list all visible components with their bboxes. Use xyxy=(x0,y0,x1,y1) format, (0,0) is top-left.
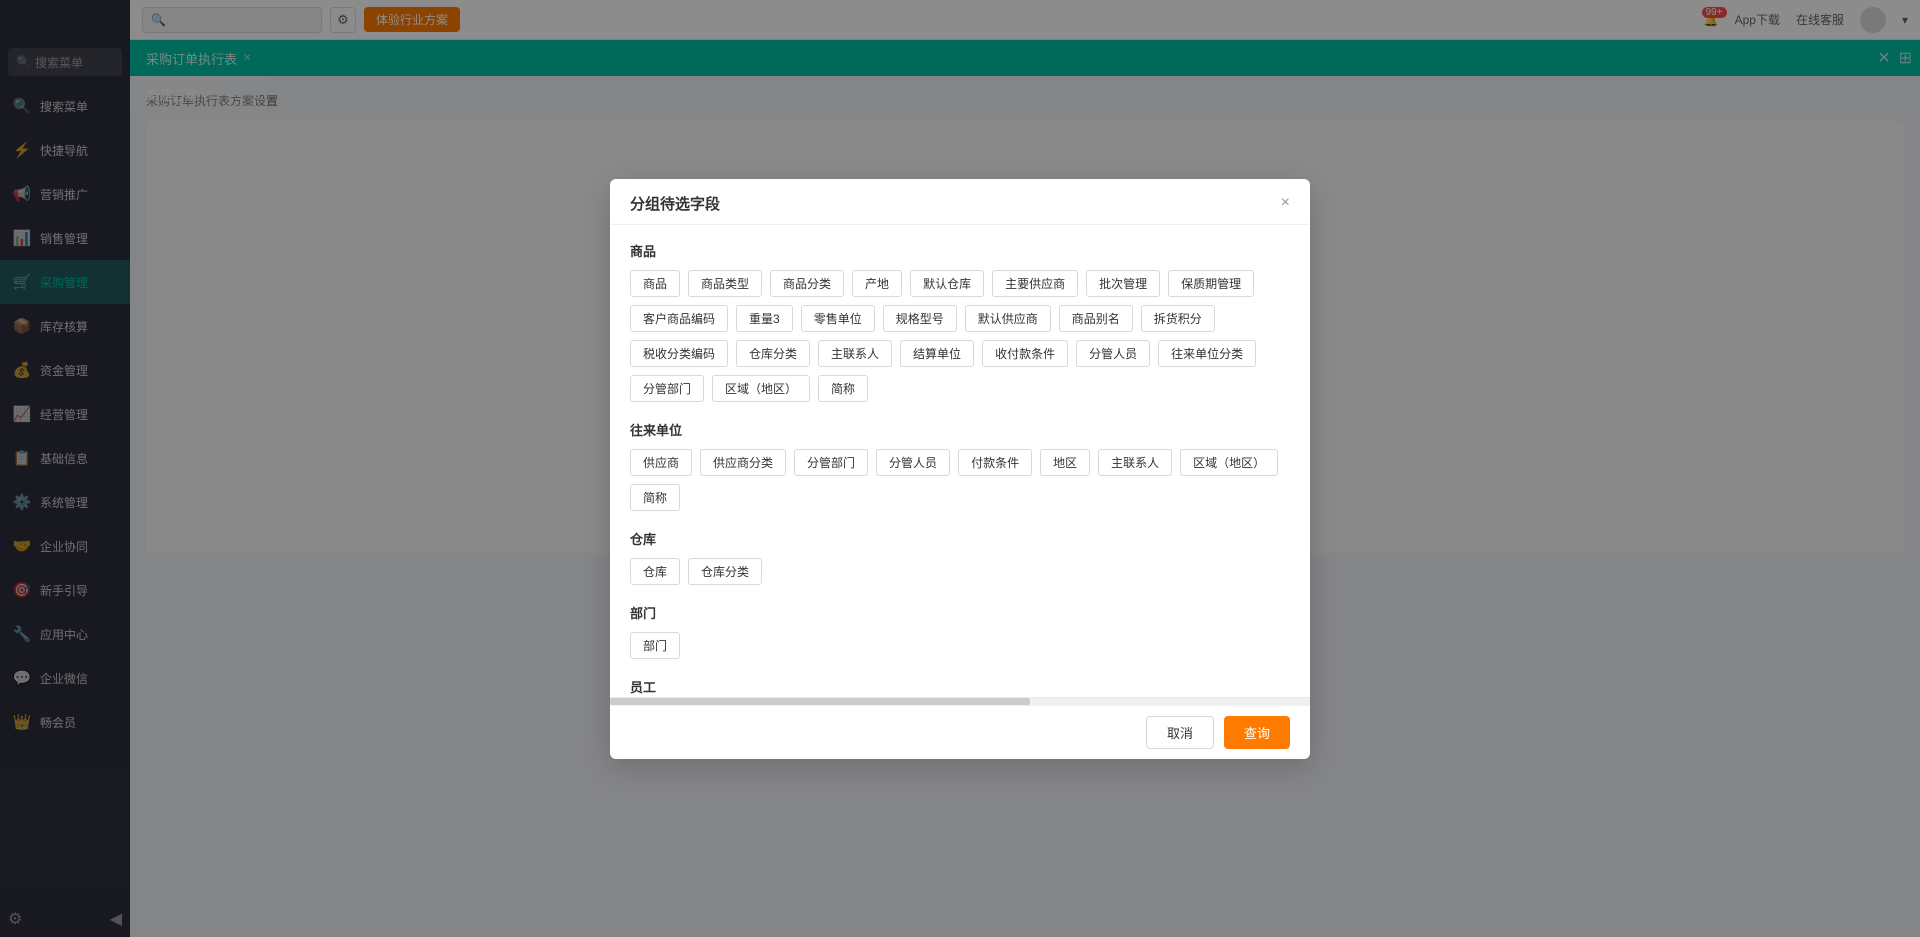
field-tag-往来单位分类[interactable]: 往来单位分类 xyxy=(1158,340,1256,367)
modal-hscroll-thumb xyxy=(610,698,1030,705)
field-sections: 商品商品商品类型商品分类产地默认仓库主要供应商批次管理保质期管理客户商品编码重量… xyxy=(630,241,1290,697)
field-tag-主联系人[interactable]: 主联系人 xyxy=(818,340,892,367)
field-tag-仓库分类[interactable]: 仓库分类 xyxy=(736,340,810,367)
field-tag-简称[interactable]: 简称 xyxy=(630,484,680,511)
field-tag-商品类型[interactable]: 商品类型 xyxy=(688,270,762,297)
field-tag-批次管理[interactable]: 批次管理 xyxy=(1086,270,1160,297)
field-tag-供应商[interactable]: 供应商 xyxy=(630,449,692,476)
field-tag-主联系人[interactable]: 主联系人 xyxy=(1098,449,1172,476)
field-tag-产地[interactable]: 产地 xyxy=(852,270,902,297)
field-tag-默认供应商[interactable]: 默认供应商 xyxy=(965,305,1051,332)
field-section-goods: 商品商品商品类型商品分类产地默认仓库主要供应商批次管理保质期管理客户商品编码重量… xyxy=(630,241,1290,402)
field-tags-goods: 商品商品类型商品分类产地默认仓库主要供应商批次管理保质期管理客户商品编码重量3 零… xyxy=(630,270,1290,402)
modal-overlay[interactable]: 分组待选字段 × 商品商品商品类型商品分类产地默认仓库主要供应商批次管理保质期管… xyxy=(0,0,1920,937)
field-tag-拆货积分[interactable]: 拆货积分 xyxy=(1141,305,1215,332)
field-tag-区域（地区）[interactable]: 区域（地区） xyxy=(1180,449,1278,476)
field-section-counterpart: 往来单位供应商供应商分类分管部门分管人员付款条件地区主联系人区域（地区） 简称 xyxy=(630,420,1290,511)
field-tag-仓库分类[interactable]: 仓库分类 xyxy=(688,558,762,585)
section-title-goods: 商品 xyxy=(630,241,1290,260)
modal-header: 分组待选字段 × xyxy=(610,179,1310,225)
confirm-button[interactable]: 查询 xyxy=(1224,716,1290,749)
modal-title: 分组待选字段 xyxy=(630,193,720,214)
field-tag-保质期管理[interactable]: 保质期管理 xyxy=(1168,270,1254,297)
field-tag-规格型号[interactable]: 规格型号 xyxy=(883,305,957,332)
field-tag-简称[interactable]: 简称 xyxy=(818,375,868,402)
modal-close-button[interactable]: × xyxy=(1281,195,1290,211)
field-tag-客户商品编码[interactable]: 客户商品编码 xyxy=(630,305,728,332)
field-tag-分管人员[interactable]: 分管人员 xyxy=(1076,340,1150,367)
modal-body[interactable]: 商品商品商品类型商品分类产地默认仓库主要供应商批次管理保质期管理客户商品编码重量… xyxy=(610,225,1310,697)
cancel-button[interactable]: 取消 xyxy=(1146,716,1214,749)
field-tag-商品[interactable]: 商品 xyxy=(630,270,680,297)
field-tags-warehouse: 仓库仓库分类 xyxy=(630,558,1290,585)
field-section-department: 部门部门 xyxy=(630,603,1290,659)
field-tag-地区[interactable]: 地区 xyxy=(1040,449,1090,476)
field-tag-商品分类[interactable]: 商品分类 xyxy=(770,270,844,297)
field-tag-零售单位[interactable]: 零售单位 xyxy=(801,305,875,332)
modal-dialog: 分组待选字段 × 商品商品商品类型商品分类产地默认仓库主要供应商批次管理保质期管… xyxy=(610,179,1310,759)
field-tag-供应商分类[interactable]: 供应商分类 xyxy=(700,449,786,476)
field-tag-默认仓库[interactable]: 默认仓库 xyxy=(910,270,984,297)
modal-footer: 取消 查询 xyxy=(610,705,1310,759)
field-tag-区域（地区）[interactable]: 区域（地区） xyxy=(712,375,810,402)
field-tag-付款条件[interactable]: 付款条件 xyxy=(958,449,1032,476)
field-tag-重量3[interactable]: 重量3 xyxy=(736,305,793,332)
field-tags-department: 部门 xyxy=(630,632,1290,659)
field-tag-分管人员[interactable]: 分管人员 xyxy=(876,449,950,476)
field-tags-counterpart: 供应商供应商分类分管部门分管人员付款条件地区主联系人区域（地区） 简称 xyxy=(630,449,1290,511)
section-title-department: 部门 xyxy=(630,603,1290,622)
field-tag-税收分类编码[interactable]: 税收分类编码 xyxy=(630,340,728,367)
field-tag-商品别名[interactable]: 商品别名 xyxy=(1059,305,1133,332)
field-tag-结算单位[interactable]: 结算单位 xyxy=(900,340,974,367)
field-tag-收付款条件[interactable]: 收付款条件 xyxy=(982,340,1068,367)
field-tag-仓库[interactable]: 仓库 xyxy=(630,558,680,585)
field-tag-主要供应商[interactable]: 主要供应商 xyxy=(992,270,1078,297)
field-tag-分管部门[interactable]: 分管部门 xyxy=(794,449,868,476)
section-title-counterpart: 往来单位 xyxy=(630,420,1290,439)
field-section-employee: 员工业务员 xyxy=(630,677,1290,697)
field-tag-分管部门[interactable]: 分管部门 xyxy=(630,375,704,402)
section-title-employee: 员工 xyxy=(630,677,1290,696)
section-title-warehouse: 仓库 xyxy=(630,529,1290,548)
field-section-warehouse: 仓库仓库仓库分类 xyxy=(630,529,1290,585)
modal-hscroll xyxy=(610,697,1310,705)
field-tag-部门[interactable]: 部门 xyxy=(630,632,680,659)
